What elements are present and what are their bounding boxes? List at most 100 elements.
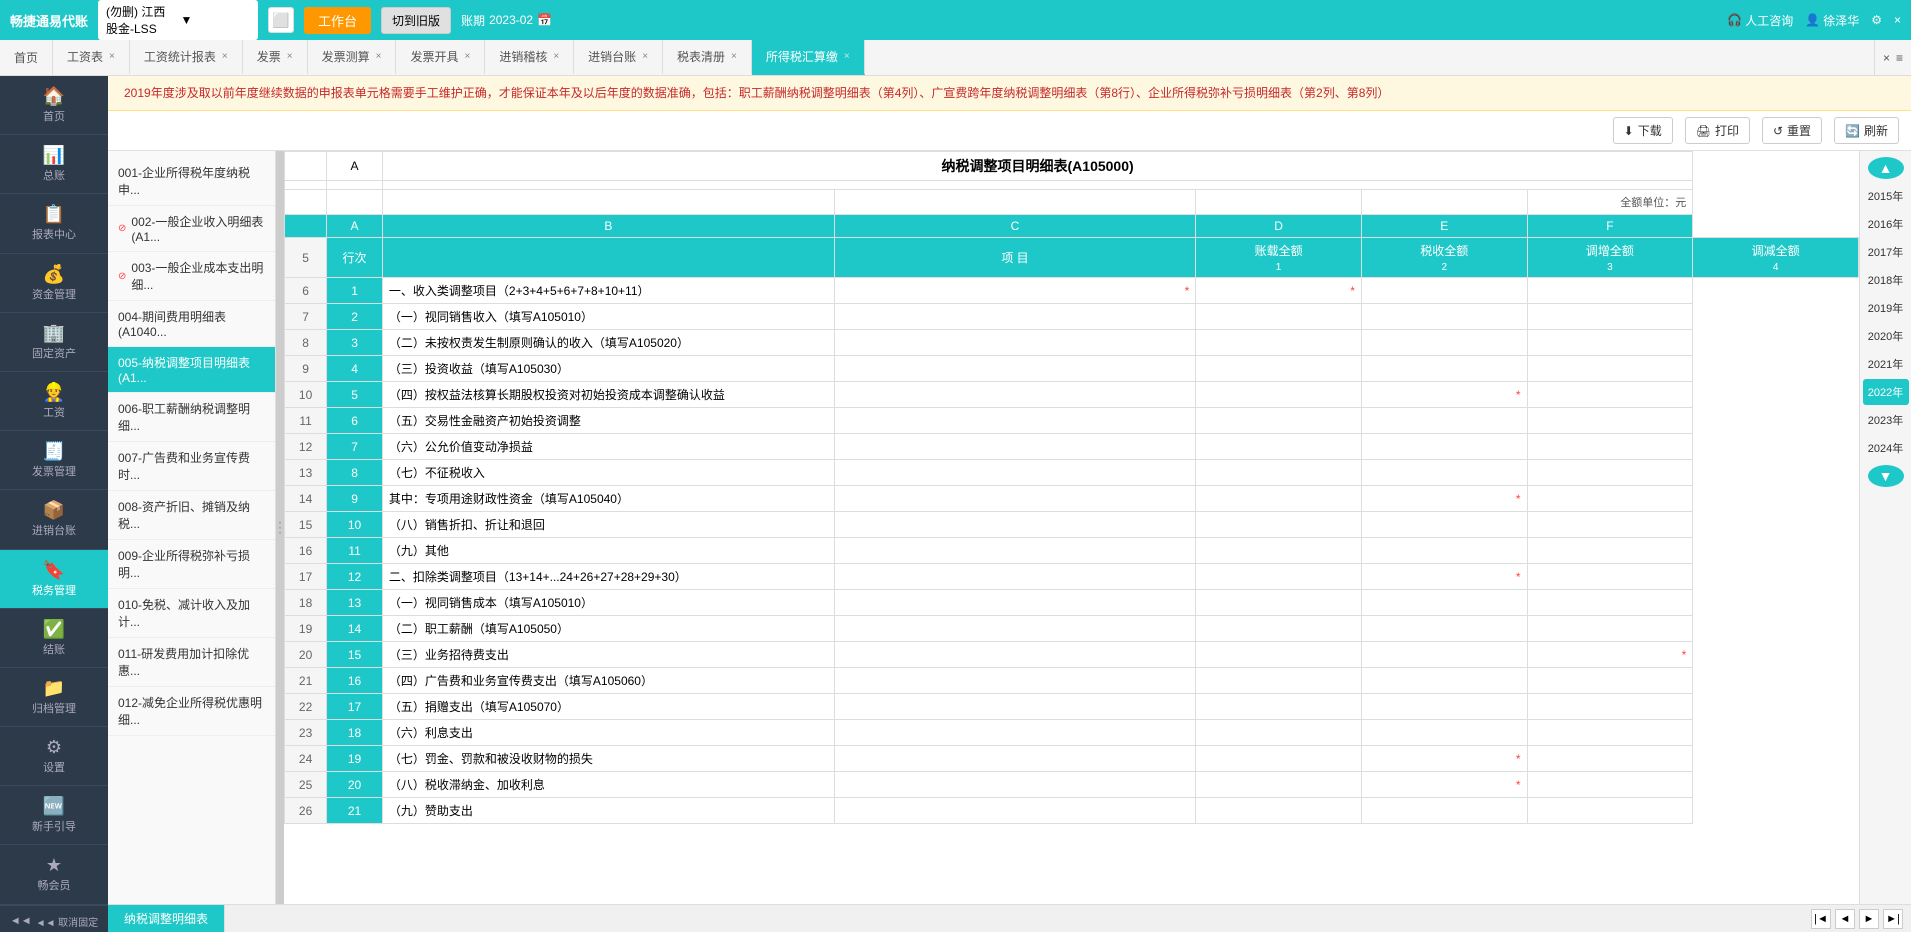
sub-nav-item-009[interactable]: 009-企业所得税弥补亏损明... [108,540,275,589]
decrease-amount[interactable] [1527,356,1693,382]
tax-amount[interactable] [1196,330,1362,356]
sub-nav-item-007[interactable]: 007-广告费和业务宣传费时... [108,442,275,491]
close-icon[interactable]: × [222,51,228,62]
sidebar-item-report-center[interactable]: 📋 报表中心 [0,194,108,253]
project-name[interactable]: （七）罚金、罚款和被没收财物的损失 [382,746,834,772]
tax-amount[interactable] [1196,538,1362,564]
decrease-amount[interactable] [1527,434,1693,460]
sidebar-item-membership[interactable]: ★ 畅会员 [0,845,108,904]
project-name[interactable]: （八）税收滞纳金、加收利息 [382,772,834,798]
bottom-tab-adjust[interactable]: 纳税调整明细表 [108,905,225,932]
increase-amount[interactable]: * [1361,564,1527,590]
sidebar-item-general-ledger[interactable]: 📊 总账 [0,135,108,194]
year-2019[interactable]: 2019年 [1863,295,1909,321]
year-scroll-down-button[interactable]: ▼ [1868,465,1904,487]
old-version-button[interactable]: 切到旧版 [381,7,451,34]
sidebar-item-fixed-assets[interactable]: 🏢 固定资产 [0,313,108,372]
project-name[interactable]: （八）销售折扣、折让和退回 [382,512,834,538]
project-name[interactable]: 二、扣除类调整项目（13+14+...24+26+27+28+29+30） [382,564,834,590]
year-2015[interactable]: 2015年 [1863,183,1909,209]
user-button[interactable]: 👤 徐泽华 [1805,12,1859,29]
book-amount[interactable] [834,460,1195,486]
tax-amount[interactable] [1196,590,1362,616]
book-amount[interactable] [834,668,1195,694]
sidebar-item-home[interactable]: 🏠 首页 [0,76,108,135]
increase-amount[interactable]: * [1361,382,1527,408]
sidebar-item-guide[interactable]: 🆕 新手引导 [0,786,108,845]
decrease-amount[interactable] [1527,460,1693,486]
tax-amount[interactable] [1196,356,1362,382]
print-button[interactable]: 🖨 打印 [1685,117,1750,144]
tax-amount[interactable] [1196,720,1362,746]
scroll-left-start-button[interactable]: |◄ [1811,909,1831,929]
increase-amount[interactable] [1361,694,1527,720]
tax-amount[interactable] [1196,512,1362,538]
tax-amount[interactable] [1196,486,1362,512]
sub-nav-item-012[interactable]: 012-减免企业所得税优惠明细... [108,687,275,736]
project-name[interactable]: （三）投资收益（填写A105030） [382,356,834,382]
year-2018[interactable]: 2018年 [1863,267,1909,293]
tax-amount[interactable] [1196,694,1362,720]
copy-icon[interactable]: ⬜ [268,7,294,33]
tax-amount[interactable] [1196,304,1362,330]
tab-payroll-report[interactable]: 工资统计报表 × [130,40,243,75]
sidebar-item-tax-mgmt[interactable]: 🔖 税务管理 [0,550,108,609]
increase-amount[interactable] [1361,408,1527,434]
decrease-amount[interactable] [1527,720,1693,746]
sidebar-item-purchase-sales[interactable]: 📦 进销台账 [0,490,108,549]
decrease-amount[interactable] [1527,486,1693,512]
close-icon[interactable]: × [464,51,470,62]
project-name[interactable]: （四）按权益法核算长期股权投资对初始投资成本调整确认收益 [382,382,834,408]
year-2021[interactable]: 2021年 [1863,351,1909,377]
company-selector[interactable]: (勿删) 江西股金-LSS ▼ [98,0,258,40]
tax-amount[interactable] [1196,460,1362,486]
project-name[interactable]: 其中：专项用途财政性资金（填写A105040） [382,486,834,512]
tab-invoice[interactable]: 发票 × [243,40,308,75]
close-icon[interactable]: × [642,51,648,62]
download-button[interactable]: ⬇ 下载 [1613,117,1673,144]
close-icon[interactable]: × [109,51,115,62]
increase-amount[interactable]: * [1361,486,1527,512]
sub-nav-item-001[interactable]: 001-企业所得税年度纳税申... [108,157,275,206]
increase-amount[interactable] [1361,538,1527,564]
tax-amount[interactable] [1196,798,1362,824]
tab-tax-clear[interactable]: 税表清册 × [663,40,752,75]
project-name[interactable]: 一、收入类调整项目（2+3+4+5+6+7+8+10+11） [382,278,834,304]
reset-button[interactable]: ↺ 重置 [1762,117,1822,144]
book-amount[interactable] [834,486,1195,512]
book-amount[interactable] [834,408,1195,434]
support-button[interactable]: 🎧 人工咨询 [1727,12,1793,29]
increase-amount[interactable] [1361,668,1527,694]
decrease-amount[interactable]: * [1527,642,1693,668]
sub-nav-item-004[interactable]: 004-期间费用明细表(A1040... [108,301,275,347]
increase-amount[interactable] [1361,798,1527,824]
tax-amount[interactable] [1196,434,1362,460]
increase-amount[interactable] [1361,278,1527,304]
project-name[interactable]: （六）公允价值变动净损益 [382,434,834,460]
project-name[interactable]: （二）职工薪酬（填写A105050） [382,616,834,642]
tax-amount[interactable] [1196,382,1362,408]
tax-amount[interactable] [1196,564,1362,590]
increase-amount[interactable] [1361,304,1527,330]
tab-home[interactable]: 首页 [0,40,53,75]
tax-amount[interactable]: * [1196,278,1362,304]
book-amount[interactable]: * [834,278,1195,304]
sub-nav-item-003[interactable]: ⊘ 003-一般企业成本支出明细... [108,252,275,301]
sub-nav-item-011[interactable]: 011-研发费用加计扣除优惠... [108,638,275,687]
book-amount[interactable] [834,772,1195,798]
close-icon[interactable]: × [731,51,737,62]
tax-amount[interactable] [1196,616,1362,642]
book-amount[interactable] [834,590,1195,616]
year-2022[interactable]: 2022年 [1863,379,1909,405]
refresh-button[interactable]: 🔄 刷新 [1834,117,1899,144]
increase-amount[interactable]: * [1361,746,1527,772]
calendar-icon[interactable]: 📅 [537,13,552,27]
tax-amount[interactable] [1196,408,1362,434]
book-amount[interactable] [834,564,1195,590]
decrease-amount[interactable] [1527,668,1693,694]
project-name[interactable]: （一）视同销售收入（填写A105010） [382,304,834,330]
tab-invoice-calc[interactable]: 发票测算 × [308,40,397,75]
tab-payroll[interactable]: 工资表 × [53,40,130,75]
increase-amount[interactable] [1361,616,1527,642]
sidebar-item-archive[interactable]: 📁 归档管理 [0,668,108,727]
